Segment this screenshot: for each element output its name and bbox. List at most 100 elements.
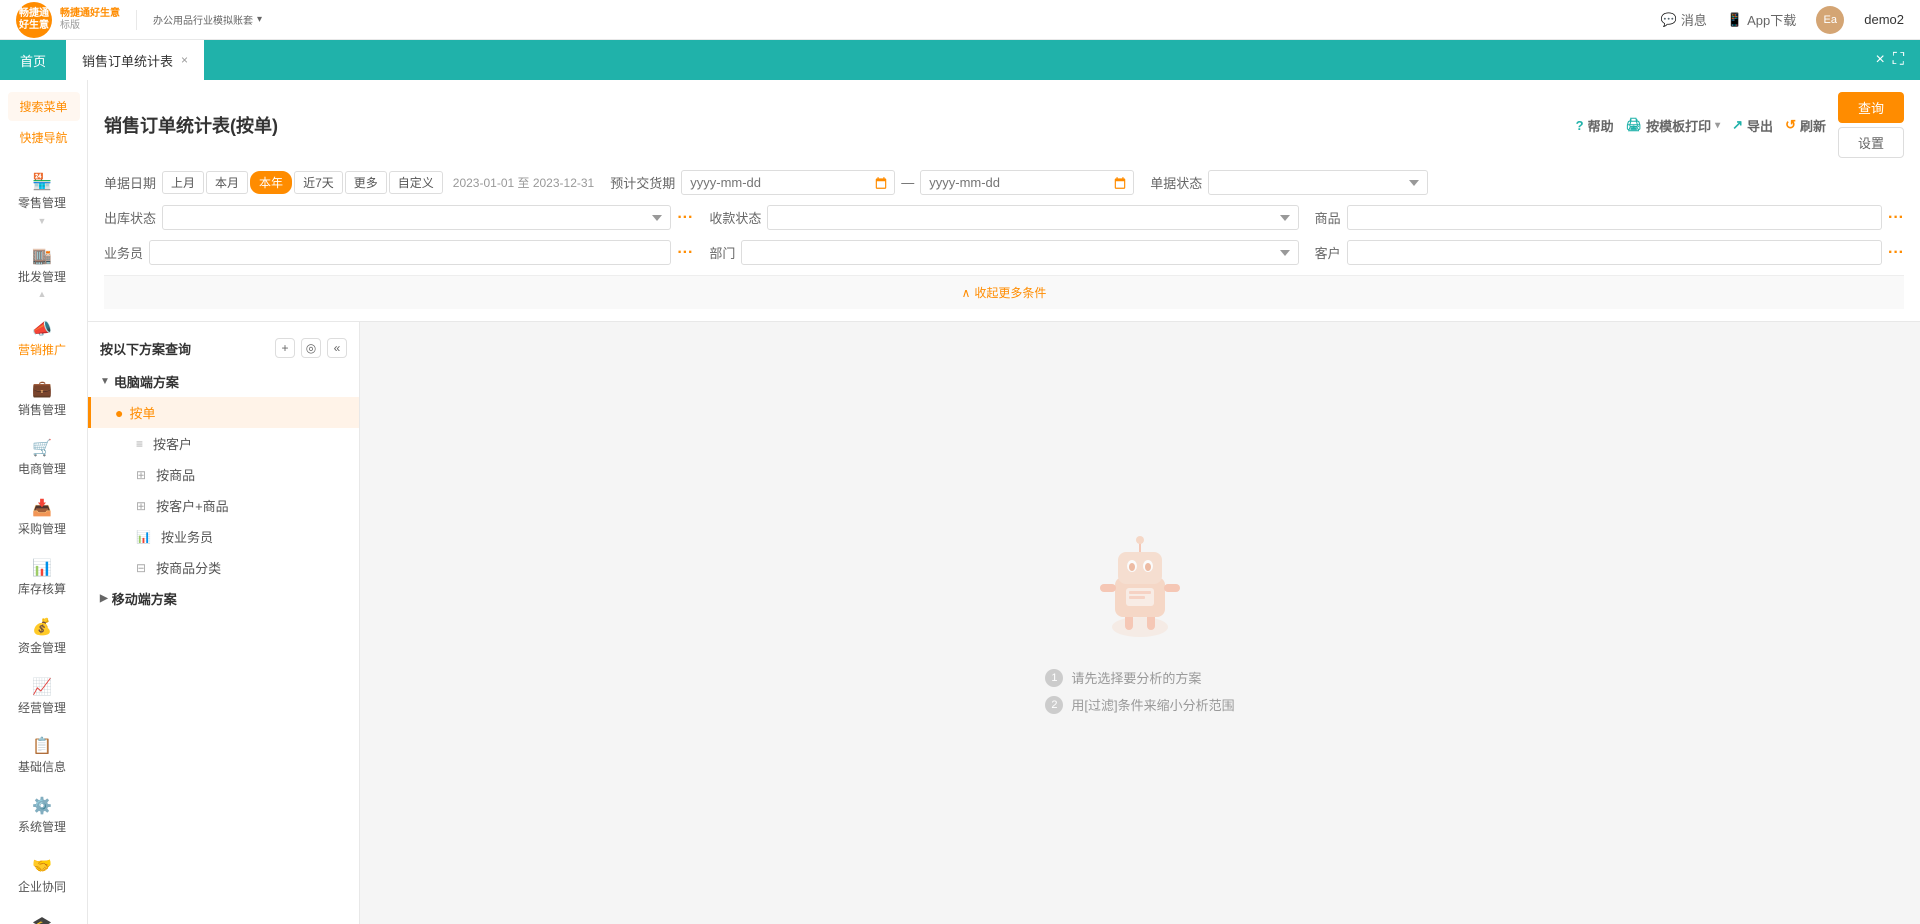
sidebar-item-wholesale-label: 批发管理 — [18, 270, 66, 286]
sidebar-item-operations[interactable]: 📈 经营管理 — [0, 667, 87, 727]
delivery-date-end-input[interactable] — [920, 170, 1134, 195]
more-date-btn[interactable]: 更多 — [345, 171, 387, 194]
status-filter-label: 单据状态 — [1150, 173, 1202, 192]
tab-home[interactable]: 首页 — [0, 40, 66, 80]
customer-more-icon[interactable]: ··· — [1888, 244, 1904, 262]
marketing-icon: 📣 — [32, 319, 52, 339]
operations-icon: 📈 — [32, 677, 52, 697]
status-select-wrapper — [1208, 170, 1428, 195]
tree-group-mobile[interactable]: ▶ 移动端方案 — [88, 583, 359, 614]
tip-text-2: 用[过滤]条件来缩小分析范围 — [1071, 695, 1234, 714]
collapse-panel-button[interactable]: « — [327, 338, 347, 358]
department-select[interactable] — [741, 240, 1298, 265]
quick-nav-label: 快捷导航 — [19, 131, 67, 145]
app-download-label: App下载 — [1747, 10, 1796, 29]
add-icon: + — [281, 341, 288, 355]
tab-maximize-button[interactable]: ⛶ — [1893, 51, 1904, 69]
by-category-label: 按商品分类 — [156, 558, 221, 577]
prev-month-btn[interactable]: 上月 — [162, 171, 204, 194]
tree-group-mobile-label: 移动端方案 — [112, 589, 177, 608]
tree-item-by-order[interactable]: ● 按单 — [88, 397, 359, 428]
product-input[interactable] — [1347, 205, 1882, 230]
sidebar-item-finance-label: 资金管理 — [18, 641, 66, 657]
tab-controls: × ⛶ — [1875, 51, 1920, 69]
product-more-icon[interactable]: ··· — [1888, 209, 1904, 227]
product-filter-group: 商品 ··· — [1315, 205, 1904, 230]
sidebar-item-newbie[interactable]: 🎓 新手引导 — [0, 905, 87, 924]
custom-date-btn[interactable]: 自定义 — [389, 171, 443, 194]
top-bar: 畅捷通好生意 畅捷通好生意 标版 办公用品行业模拟账套 ▾ 💬 消息 📱 App… — [0, 0, 1920, 40]
empty-state: 1 请先选择要分析的方案 2 用[过滤]条件来缩小分析范围 — [1045, 532, 1234, 714]
sidebar-item-inventory[interactable]: 📊 库存核算 — [0, 548, 87, 608]
sidebar-item-system-label: 系统管理 — [18, 820, 66, 836]
tree-group-pc[interactable]: ▼ 电脑端方案 — [88, 366, 359, 397]
delivery-date-start-input[interactable] — [681, 170, 895, 195]
tree-item-by-customer-product[interactable]: ⊞ 按客户+商品 — [88, 490, 359, 521]
avatar-text: Ea — [1824, 14, 1837, 26]
main-layout: 搜索菜单 快捷导航 🏪 零售管理 ▼ 🏬 批发管理 ▲ 📣 营销推广 💼 销售管… — [0, 80, 1920, 924]
phone-icon: 📱 — [1727, 12, 1743, 28]
edit-scheme-button[interactable]: ◎ — [301, 338, 321, 358]
salesperson-more-icon[interactable]: ··· — [677, 244, 693, 262]
export-button[interactable]: ↗ 导出 — [1732, 116, 1773, 135]
sidebar-item-sales[interactable]: 💼 销售管理 — [0, 369, 87, 429]
help-icon: ? — [1576, 118, 1584, 133]
sidebar-item-purchase[interactable]: 📥 采购管理 — [0, 488, 87, 548]
tree-item-by-product[interactable]: ⊞ 按商品 — [88, 459, 359, 490]
export-label: 导出 — [1747, 116, 1773, 135]
sidebar-item-enterprise[interactable]: 🤝 企业协同 — [0, 846, 87, 906]
status-select[interactable] — [1208, 170, 1428, 195]
sidebar-item-sales-label: 销售管理 — [18, 403, 66, 419]
sidebar-item-wholesale[interactable]: 🏬 批发管理 ▲ — [0, 236, 87, 310]
add-scheme-button[interactable]: + — [275, 338, 295, 358]
by-customer-product-label: 按客户+商品 — [156, 496, 229, 515]
salesperson-input[interactable] — [149, 240, 671, 265]
tab-close-icon[interactable]: × — [181, 53, 188, 67]
query-button[interactable]: 查询 — [1838, 92, 1904, 123]
tree-item-by-customer[interactable]: ≡ 按客户 — [88, 428, 359, 459]
this-month-btn[interactable]: 本月 — [206, 171, 248, 194]
last7-btn[interactable]: 近7天 — [294, 171, 343, 194]
set-button[interactable]: 设置 — [1838, 127, 1904, 158]
app-download-button[interactable]: 📱 App下载 — [1727, 10, 1796, 29]
this-year-btn[interactable]: 本年 — [250, 171, 292, 194]
left-panel-actions: + ◎ « — [275, 338, 347, 358]
payment-status-filter-group: 收款状态 — [709, 205, 1298, 230]
sidebar-quick-nav[interactable]: 快捷导航 — [19, 129, 67, 146]
refresh-button[interactable]: ↺ 刷新 — [1785, 116, 1826, 135]
content-body: 按以下方案查询 + ◎ « ▼ — [88, 322, 1920, 924]
tab-minimize-button[interactable]: × — [1875, 51, 1884, 69]
filter-row-1: 单据日期 上月 本月 本年 近7天 更多 自定义 2023-01-01 至 20… — [104, 170, 1904, 195]
enterprise-icon: 🤝 — [32, 856, 52, 876]
customer-input[interactable] — [1347, 240, 1882, 265]
tree-group-mobile-arrow: ▶ — [100, 593, 108, 604]
payment-status-select[interactable] — [767, 205, 1298, 230]
filter-row-2: 出库状态 ··· 收款状态 — [104, 205, 1904, 230]
print-button[interactable]: 🖨 按模板打印 ▾ — [1626, 116, 1721, 135]
collapse-more-conditions-bar[interactable]: ∧ 收起更多条件 — [104, 275, 1904, 309]
sidebar-search-menu[interactable]: 搜索菜单 — [8, 92, 80, 121]
print-arrow: ▾ — [1715, 120, 1720, 131]
workspace-selector[interactable]: 办公用品行业模拟账套 ▾ — [153, 12, 262, 27]
sidebar-item-marketing[interactable]: 📣 营销推广 — [0, 309, 87, 369]
purchase-icon: 📥 — [32, 498, 52, 518]
sidebar-item-operations-label: 经营管理 — [18, 701, 66, 717]
message-button[interactable]: 💬 消息 — [1661, 10, 1707, 29]
tab-active-order-stats[interactable]: 销售订单统计表 × — [66, 40, 204, 80]
user-name[interactable]: demo2 — [1864, 12, 1904, 27]
out-status-more-icon[interactable]: ··· — [677, 209, 693, 227]
sidebar-item-finance[interactable]: 💰 资金管理 — [0, 607, 87, 667]
sidebar-item-system[interactable]: ⚙️ 系统管理 — [0, 786, 87, 846]
help-button[interactable]: ? 帮助 — [1576, 116, 1614, 135]
sales-icon: 💼 — [32, 379, 52, 399]
out-status-select-wrapper — [162, 205, 671, 230]
sidebar-item-retail[interactable]: 🏪 零售管理 ▼ — [0, 162, 87, 236]
out-status-select[interactable] — [162, 205, 671, 230]
tree-item-by-salesperson[interactable]: 📊 按业务员 — [88, 521, 359, 552]
customer-label: 客户 — [1315, 243, 1341, 262]
department-select-wrapper — [741, 240, 1298, 265]
left-panel-header: 按以下方案查询 + ◎ « — [88, 330, 359, 366]
tree-item-by-category[interactable]: ⊟ 按商品分类 — [88, 552, 359, 583]
sidebar-item-ecommerce[interactable]: 🛒 电商管理 — [0, 428, 87, 488]
sidebar-item-basic[interactable]: 📋 基础信息 — [0, 726, 87, 786]
